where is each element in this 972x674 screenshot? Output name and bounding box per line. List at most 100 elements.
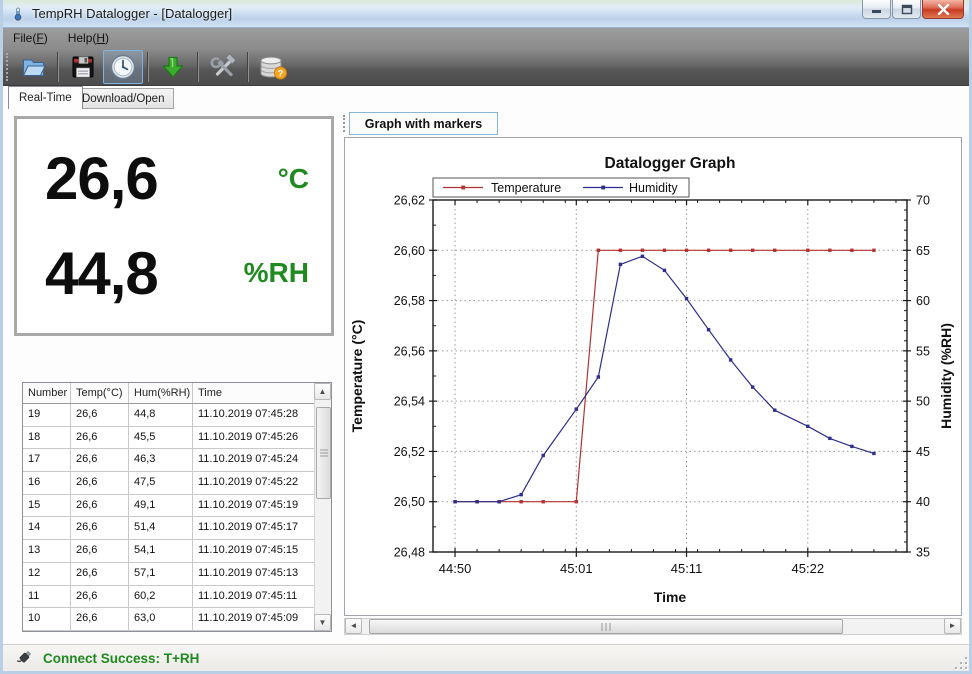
tab-download-open[interactable]: Download/Open	[72, 88, 174, 109]
graph-with-markers-button[interactable]: Graph with markers	[349, 112, 498, 135]
download-arrow-icon	[160, 54, 186, 80]
table-cell: 11.10.2019 07:45:19	[193, 495, 314, 517]
svg-text:44:50: 44:50	[439, 561, 472, 576]
toolbar-separator	[147, 52, 149, 82]
toolbar-button-data-query[interactable]: ?	[253, 50, 293, 84]
toolbar-separator	[197, 52, 199, 82]
tab-download-open-label: Download/Open	[82, 93, 164, 105]
table-cell: 26,6	[71, 472, 129, 494]
datalogger-chart-svg[interactable]: 44:5045:0145:1145:2226,4826,5026,5226,54…	[345, 138, 961, 615]
table-cell: 11.10.2019 07:45:26	[193, 427, 314, 449]
svg-text:Time: Time	[654, 589, 687, 605]
svg-text:26,48: 26,48	[394, 546, 425, 560]
svg-text:Temperature (°C): Temperature (°C)	[349, 320, 365, 433]
svg-text:45:11: 45:11	[671, 561, 703, 576]
svg-text:Humidity: Humidity	[629, 181, 678, 195]
status-bar: Connect Success: T+RH	[3, 644, 969, 671]
table-cell: 57,1	[129, 563, 193, 585]
menu-help-label-end: )	[105, 31, 109, 45]
table-row[interactable]: 1126,660,211.10.2019 07:45:11	[23, 586, 314, 609]
table-cell: 26,6	[71, 427, 129, 449]
table-row[interactable]: 1026,663,011.10.2019 07:45:09	[23, 608, 314, 631]
svg-text:Temperature: Temperature	[491, 181, 561, 195]
humidity-value: 44,8	[45, 239, 244, 308]
table-cell: 26,6	[71, 608, 129, 630]
table-row[interactable]: 1426,651,411.10.2019 07:45:17	[23, 517, 314, 540]
toolbar-grip[interactable]	[6, 53, 9, 81]
svg-text:50: 50	[916, 395, 930, 409]
window-title: TempRH Datalogger - [Datalogger]	[32, 6, 232, 21]
scroll-down-button[interactable]: ▼	[314, 614, 331, 631]
tools-icon	[210, 54, 237, 80]
table-row[interactable]: 1726,646,311.10.2019 07:45:24	[23, 449, 314, 472]
table-cell: 14	[23, 517, 71, 539]
minimize-button[interactable]	[862, 0, 891, 19]
svg-text:Humidity (%RH): Humidity (%RH)	[938, 323, 954, 429]
column-header-time[interactable]: Time	[193, 383, 314, 403]
table-cell: 15	[23, 495, 71, 517]
database-question-icon: ?	[258, 54, 288, 80]
table-cell: 11.10.2019 07:45:22	[193, 472, 314, 494]
svg-text:26,56: 26,56	[394, 344, 425, 358]
table-cell: 11.10.2019 07:45:28	[193, 404, 314, 426]
temperature-unit: °C	[278, 163, 309, 195]
toolbar-button-download[interactable]	[153, 50, 193, 84]
window-controls	[861, 0, 964, 19]
graph-toolbar-grip[interactable]	[343, 115, 346, 132]
scroll-right-button[interactable]: ►	[944, 618, 961, 634]
column-header-number[interactable]: Number	[23, 383, 71, 403]
table-row[interactable]: 1826,645,511.10.2019 07:45:26	[23, 427, 314, 450]
temperature-row: 26,6 °C	[17, 144, 331, 213]
thumb-grip	[320, 450, 328, 457]
floppy-save-icon	[70, 54, 96, 80]
table-cell: 11.10.2019 07:45:17	[193, 517, 314, 539]
svg-text:35: 35	[916, 546, 930, 560]
humidity-row: 44,8 %RH	[17, 239, 331, 308]
toolbar-button-real-time[interactable]	[103, 50, 143, 84]
column-header-temp[interactable]: Temp(°C)	[71, 383, 129, 403]
menu-file[interactable]: File(F)	[3, 29, 58, 47]
close-icon	[937, 4, 950, 15]
table-cell: 18	[23, 427, 71, 449]
vertical-scroll-thumb[interactable]	[316, 407, 331, 499]
close-button[interactable]	[922, 0, 964, 19]
svg-text:70: 70	[916, 194, 930, 208]
table-cell: 17	[23, 449, 71, 471]
table-row[interactable]: 1926,644,811.10.2019 07:45:28	[23, 404, 314, 427]
table-row[interactable]: 1326,654,111.10.2019 07:45:15	[23, 540, 314, 563]
app-thermometer-icon	[10, 6, 26, 22]
table-cell: 54,1	[129, 540, 193, 562]
svg-text:45:01: 45:01	[560, 561, 593, 576]
table-row[interactable]: 1626,647,511.10.2019 07:45:22	[23, 472, 314, 495]
table-scrollbar[interactable]: ▲ ▼	[314, 383, 331, 631]
table-cell: 11.10.2019 07:45:11	[193, 586, 314, 608]
table-cell: 19	[23, 404, 71, 426]
scroll-up-button[interactable]: ▲	[314, 383, 331, 400]
graph-panel: 44:5045:0145:1145:2226,4826,5026,5226,54…	[344, 137, 962, 616]
svg-text:26,50: 26,50	[394, 495, 425, 509]
maximize-button[interactable]	[892, 0, 921, 19]
table-cell: 11.10.2019 07:45:24	[193, 449, 314, 471]
window-resize-grip[interactable]	[955, 657, 967, 669]
horizontal-scroll-thumb[interactable]	[369, 619, 843, 634]
clock-icon	[109, 53, 137, 81]
thumb-grip	[602, 623, 611, 631]
tab-real-time[interactable]: Real-Time	[8, 86, 83, 109]
svg-text:45: 45	[916, 445, 930, 459]
table-row[interactable]: 1526,649,111.10.2019 07:45:19	[23, 495, 314, 518]
toolbar-button-settings[interactable]	[203, 50, 243, 84]
toolbar-button-save[interactable]	[63, 50, 103, 84]
toolbar-button-open-file[interactable]	[13, 50, 53, 84]
scroll-left-button[interactable]: ◄	[345, 618, 362, 634]
table-cell: 26,6	[71, 563, 129, 585]
table-row[interactable]: 1226,657,111.10.2019 07:45:13	[23, 563, 314, 586]
graph-horizontal-scrollbar[interactable]: ◄ ►	[344, 618, 962, 635]
table-cell: 26,6	[71, 540, 129, 562]
status-message: Connect Success: T+RH	[43, 651, 199, 666]
menu-help[interactable]: Help(H)	[58, 29, 119, 47]
table-cell: 11.10.2019 07:45:15	[193, 540, 314, 562]
svg-text:60: 60	[916, 294, 930, 308]
table-cell: 26,6	[71, 449, 129, 471]
table-cell: 26,6	[71, 586, 129, 608]
column-header-hum[interactable]: Hum(%RH)	[129, 383, 193, 403]
